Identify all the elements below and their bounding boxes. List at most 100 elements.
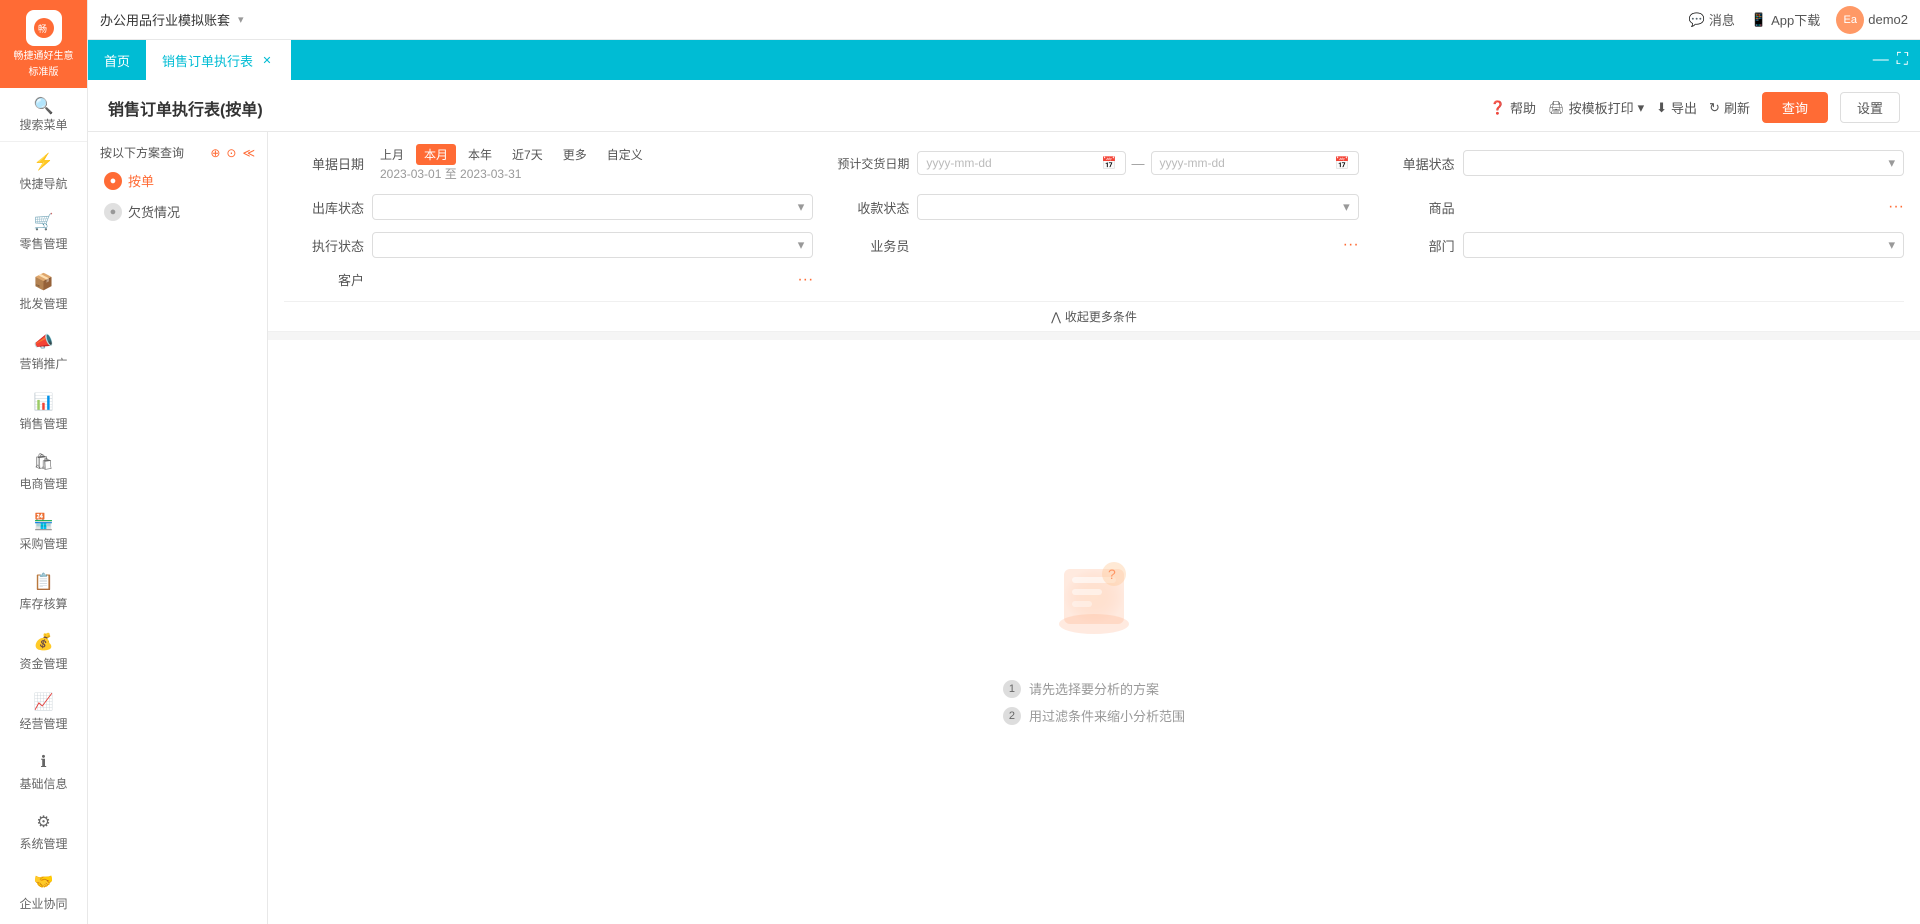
scheme-label: 按以下方案查询 xyxy=(100,144,184,161)
sidebar-item-finance[interactable]: 💰 资金管理 xyxy=(0,622,88,682)
app-download-label: App下载 xyxy=(1771,10,1820,29)
tab-sales-order[interactable]: 销售订单执行表 ✕ xyxy=(146,40,291,80)
help-label: 帮助 xyxy=(1510,98,1536,117)
sidebar-item-basic-info[interactable]: ℹ 基础信息 xyxy=(0,742,88,802)
refresh-label: 刷新 xyxy=(1724,98,1750,117)
basic-info-label: 基础信息 xyxy=(19,775,67,792)
settings-scheme-icon[interactable]: ⊙ xyxy=(226,146,236,160)
status-select[interactable]: ▾ xyxy=(1463,150,1904,176)
sidebar-item-ecommerce[interactable]: 🛍 电商管理 xyxy=(0,442,88,502)
sidebar-item-retail[interactable]: 🛒 零售管理 xyxy=(0,202,88,262)
basic-info-icon: ℹ xyxy=(40,752,46,772)
scheme-item-overdue[interactable]: ● 欠货情况 xyxy=(88,196,267,227)
filter-payment-status-group: 收款状态 ▾ xyxy=(829,194,1358,220)
enterprise-icon: 🤝 xyxy=(34,872,54,892)
finance-icon: 💰 xyxy=(34,632,54,652)
customer-label: 客户 xyxy=(284,270,364,289)
sidebar-item-quick-nav[interactable]: ⚡ 快捷导航 xyxy=(0,142,88,202)
sidebar-item-business[interactable]: 📈 经营管理 xyxy=(0,682,88,742)
inventory-icon: 📋 xyxy=(34,572,54,592)
print-dropdown-icon[interactable]: ▾ xyxy=(1638,100,1645,116)
content-wrapper: 按以下方案查询 ⊕ ⊙ ≪ ● 按单 ● 欠货情况 xyxy=(88,132,1920,924)
scheme-item-by-order[interactable]: ● 按单 xyxy=(88,165,267,196)
tab-home-label: 首页 xyxy=(104,51,130,70)
collapse-bar[interactable]: ⋀ 收起更多条件 xyxy=(284,301,1904,331)
date-tab-this-month[interactable]: 本月 xyxy=(416,144,456,165)
sidebar-item-marketing[interactable]: 📣 营销推广 xyxy=(0,322,88,382)
out-status-select[interactable]: ▾ xyxy=(372,194,813,220)
marketing-label: 营销推广 xyxy=(19,355,67,372)
refresh-button[interactable]: ↻ 刷新 xyxy=(1709,98,1750,117)
status-arrow-icon: ▾ xyxy=(1888,155,1895,171)
date-tab-this-year[interactable]: 本年 xyxy=(460,144,500,165)
svg-text:畅: 畅 xyxy=(38,23,47,34)
product-more-icon[interactable]: ··· xyxy=(1888,198,1904,216)
collapse-up-icon: ⋀ xyxy=(1051,310,1061,324)
maximize-icon[interactable]: ⛶ xyxy=(1897,51,1908,69)
enterprise-label: 企业协同 xyxy=(19,895,67,912)
exec-status-select[interactable]: ▾ xyxy=(372,232,813,258)
wholesale-icon: 📦 xyxy=(34,272,54,292)
retail-icon: 🛒 xyxy=(34,212,54,232)
message-button[interactable]: 💬 消息 xyxy=(1689,10,1735,29)
sidebar-item-purchase[interactable]: 🏪 采购管理 xyxy=(0,502,88,562)
tabbar-actions: — ⛶ xyxy=(1873,51,1920,69)
message-label: 消息 xyxy=(1709,10,1735,29)
business-label: 经营管理 xyxy=(19,715,67,732)
expected-date-to[interactable]: yyyy-mm-dd 📅 xyxy=(1151,151,1359,175)
help-button[interactable]: ❓ 帮助 xyxy=(1490,98,1536,117)
exec-status-label: 执行状态 xyxy=(284,236,364,255)
payment-status-select[interactable]: ▾ xyxy=(917,194,1358,220)
svg-text:?: ? xyxy=(1108,566,1116,582)
filter-product-group: 商品 ··· xyxy=(1375,194,1904,220)
sidebar-item-system[interactable]: ⚙ 系统管理 xyxy=(0,802,88,862)
expected-date-from[interactable]: yyyy-mm-dd 📅 xyxy=(917,151,1125,175)
page-header-actions: ❓ 帮助 🖨 按模板打印 ▾ ⬇ 导出 ↻ 刷新 xyxy=(1490,92,1900,123)
tab-close-button[interactable]: ✕ xyxy=(259,52,275,68)
user-avatar-area[interactable]: Ea demo2 xyxy=(1836,6,1908,34)
collapse-label: 收起更多条件 xyxy=(1065,308,1137,325)
user-name: demo2 xyxy=(1868,12,1908,27)
out-status-arrow-icon: ▾ xyxy=(798,199,805,215)
scheme-icon-by-order: ● xyxy=(104,172,122,190)
purchase-icon: 🏪 xyxy=(34,512,54,532)
date-label: 单据日期 xyxy=(284,154,364,173)
filter-status-group: 单据状态 ▾ xyxy=(1375,144,1904,182)
date-tab-more[interactable]: 更多 xyxy=(555,144,595,165)
quick-nav-label: 快捷导航 xyxy=(19,175,67,192)
sidebar-item-enterprise[interactable]: 🤝 企业协同 xyxy=(0,862,88,922)
logo-icon: 畅 xyxy=(26,10,62,46)
sidebar-search[interactable]: 🔍 搜索菜单 xyxy=(0,88,88,142)
collapse-scheme-icon[interactable]: ≪ xyxy=(242,146,255,160)
company-title: 办公用品行业模拟账套 xyxy=(100,10,230,29)
department-select[interactable]: ▾ xyxy=(1463,232,1904,258)
filter-out-status-group: 出库状态 ▾ xyxy=(284,194,813,220)
add-scheme-icon[interactable]: ⊕ xyxy=(210,146,220,160)
tip-text-2: 用过滤条件来缩小分析范围 xyxy=(1029,706,1185,725)
calendar-to-icon: 📅 xyxy=(1335,156,1350,170)
finance-label: 资金管理 xyxy=(19,655,67,672)
date-tab-custom[interactable]: 自定义 xyxy=(599,144,651,165)
app-subtitle: 标准版 xyxy=(29,63,59,78)
business-icon: 📈 xyxy=(34,692,54,712)
search-button[interactable]: 查询 xyxy=(1762,92,1828,123)
export-button[interactable]: ⬇ 导出 xyxy=(1656,98,1697,117)
date-separator: — xyxy=(1132,156,1145,171)
date-tab-last7[interactable]: 近7天 xyxy=(504,144,551,165)
tab-home[interactable]: 首页 xyxy=(88,40,146,80)
salesperson-more-icon[interactable]: ··· xyxy=(1343,236,1359,254)
app-download-button[interactable]: 📱 App下载 xyxy=(1751,10,1820,29)
settings-button[interactable]: 设置 xyxy=(1840,92,1900,123)
sidebar-item-inventory[interactable]: 📋 库存核算 xyxy=(0,562,88,622)
date-tab-last-month[interactable]: 上月 xyxy=(372,144,412,165)
sidebar-item-sales[interactable]: 📊 销售管理 xyxy=(0,382,88,442)
ecommerce-label: 电商管理 xyxy=(19,475,67,492)
sidebar: 畅 畅捷通好生意 标准版 🔍 搜索菜单 ⚡ 快捷导航 🛒 零售管理 📦 批发管理… xyxy=(0,0,88,924)
export-icon: ⬇ xyxy=(1656,100,1667,116)
print-button[interactable]: 🖨 按模板打印 ▾ xyxy=(1548,98,1644,117)
sidebar-item-wholesale[interactable]: 📦 批发管理 xyxy=(0,262,88,322)
company-dropdown-icon[interactable]: ▾ xyxy=(238,13,244,26)
customer-more-icon[interactable]: ··· xyxy=(797,271,813,289)
scheme-icon-overdue: ● xyxy=(104,203,122,221)
minimize-icon[interactable]: — xyxy=(1873,51,1889,69)
